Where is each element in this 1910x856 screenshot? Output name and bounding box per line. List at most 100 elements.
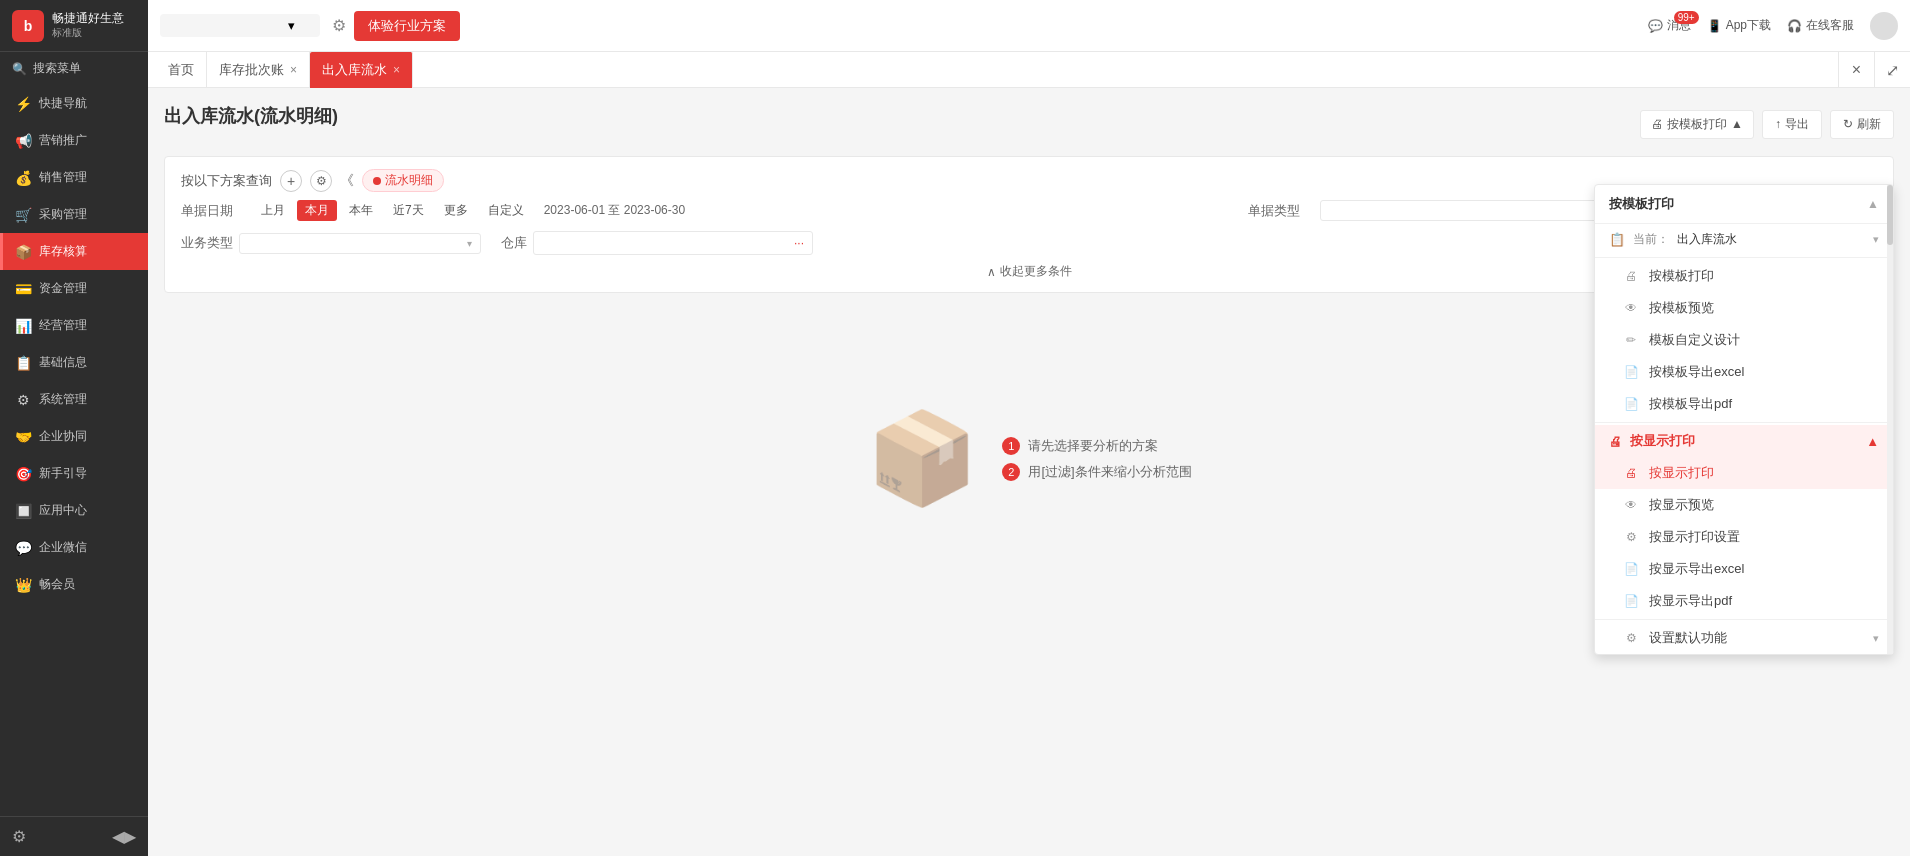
sidebar-item-purchase[interactable]: 🛒 采购管理 xyxy=(0,196,148,233)
dropdown-scrollbar-thumb[interactable] xyxy=(1887,185,1893,245)
filter-collapse-button[interactable]: 《 xyxy=(340,172,354,190)
filter-tag-label: 流水明细 xyxy=(385,172,433,189)
topbar-right: 💬 消息 99+ 📱 App下载 🎧 在线客服 xyxy=(1648,12,1898,40)
sidebar-item-wechat[interactable]: 💬 企业微信 xyxy=(0,529,148,566)
date-option-this-year[interactable]: 本年 xyxy=(341,200,381,221)
dropdown-template-excel[interactable]: 📄 按模板导出excel xyxy=(1595,356,1893,388)
tab-batch-account[interactable]: 库存批次账 × xyxy=(207,52,310,88)
sidebar-item-member[interactable]: 👑 畅会员 xyxy=(0,566,148,603)
sidebar-item-cooperation[interactable]: 🤝 企业协同 xyxy=(0,418,148,455)
dropdown-display-preview[interactable]: 👁 按显示预览 xyxy=(1595,489,1893,521)
sidebar-item-inventory[interactable]: 📦 库存核算 xyxy=(0,233,148,270)
display-preview-icon: 👁 xyxy=(1623,498,1639,512)
headset-icon: 🎧 xyxy=(1787,19,1802,33)
sidebar-item-sales[interactable]: 💰 销售管理 xyxy=(0,159,148,196)
tab-bar: 首页 库存批次账 × 出入库流水 × × ⤢ xyxy=(148,52,1910,88)
date-option-7days[interactable]: 近7天 xyxy=(385,200,432,221)
collapse-conditions-button[interactable]: ∧ 收起更多条件 xyxy=(987,263,1072,280)
template-excel-label: 按模板导出excel xyxy=(1649,363,1744,381)
tab-flow-close[interactable]: × xyxy=(393,63,400,77)
dropdown-divider-1 xyxy=(1595,257,1893,258)
refresh-button[interactable]: ↻ 刷新 xyxy=(1830,110,1894,139)
tab-batch-account-label: 库存批次账 xyxy=(219,61,284,79)
dropdown-display-pdf[interactable]: 📄 按显示导出pdf xyxy=(1595,585,1893,617)
sidebar-item-guide[interactable]: 🎯 新手引导 xyxy=(0,455,148,492)
tab-expand-button[interactable]: ⤢ xyxy=(1874,52,1910,88)
collapse-icon: ∧ xyxy=(987,265,996,279)
default-func-icon: ⚙ xyxy=(1623,631,1639,645)
sidebar-item-label: 畅会员 xyxy=(39,576,75,593)
sidebar-item-finance[interactable]: 💳 资金管理 xyxy=(0,270,148,307)
sidebar-item-app-center[interactable]: 🔲 应用中心 xyxy=(0,492,148,529)
sidebar-item-label: 采购管理 xyxy=(39,206,87,223)
topbar-search-dropdown-icon[interactable]: ▾ xyxy=(288,18,295,33)
sidebar-search-menu[interactable]: 🔍 搜索菜单 xyxy=(0,52,148,85)
message-button[interactable]: 💬 消息 99+ xyxy=(1648,17,1691,34)
system-icon: ⚙ xyxy=(15,392,31,408)
default-func-arrow: ▾ xyxy=(1873,632,1879,645)
sidebar-item-quick-nav[interactable]: ⚡ 快捷导航 xyxy=(0,85,148,122)
sidebar-item-label: 基础信息 xyxy=(39,354,87,371)
app-download-button[interactable]: 📱 App下载 xyxy=(1707,17,1771,34)
dropdown-template-preview[interactable]: 👁 按模板预览 xyxy=(1595,292,1893,324)
export-button[interactable]: ↑ 导出 xyxy=(1762,110,1822,139)
tab-flow-detail[interactable]: 出入库流水 × xyxy=(310,52,413,88)
template-pdf-label: 按模板导出pdf xyxy=(1649,395,1732,413)
tab-home-label: 首页 xyxy=(168,61,194,79)
date-option-custom[interactable]: 自定义 xyxy=(480,200,532,221)
page-title: 出入库流水(流水明细) xyxy=(164,104,338,128)
user-avatar[interactable] xyxy=(1870,12,1898,40)
display-print-icon: 🖨 xyxy=(1623,466,1639,480)
sidebar-item-system[interactable]: ⚙ 系统管理 xyxy=(0,381,148,418)
dropdown-display-section[interactable]: 🖨 按显示打印 ▲ xyxy=(1595,425,1893,457)
dropdown-display-excel[interactable]: 📄 按显示导出excel xyxy=(1595,553,1893,585)
filter-add-button[interactable]: + xyxy=(280,170,302,192)
dropdown-scrollbar-track[interactable] xyxy=(1887,185,1893,654)
default-func-label: 设置默认功能 xyxy=(1649,629,1727,647)
topbar-search-input[interactable] xyxy=(168,19,288,33)
warehouse-more-button[interactable]: ··· xyxy=(794,236,804,250)
dropdown-default-func[interactable]: ⚙ 设置默认功能 ▾ xyxy=(1595,622,1893,654)
dropdown-template-print[interactable]: 🖨 按模板打印 xyxy=(1595,260,1893,292)
dropdown-template-design[interactable]: ✏ 模板自定义设计 xyxy=(1595,324,1893,356)
print-template-button[interactable]: 🖨 按模板打印 ▲ xyxy=(1640,110,1754,139)
industry-solution-button[interactable]: 体验行业方案 xyxy=(354,11,460,41)
sidebar-item-label: 应用中心 xyxy=(39,502,87,519)
tab-home[interactable]: 首页 xyxy=(156,52,207,88)
date-option-last-month[interactable]: 上月 xyxy=(253,200,293,221)
filter-biz-type-input[interactable]: ▾ xyxy=(239,233,481,254)
collapse-sidebar-icon[interactable]: ◀▶ xyxy=(112,827,136,846)
refresh-label: 刷新 xyxy=(1857,116,1881,133)
service-label: 在线客服 xyxy=(1806,17,1854,34)
tabs-end-buttons: × ⤢ xyxy=(1838,52,1910,88)
tab-flow-label: 出入库流水 xyxy=(322,61,387,79)
settings-icon[interactable]: ⚙ xyxy=(12,827,26,846)
tab-close-window-button[interactable]: × xyxy=(1838,52,1874,88)
sidebar-item-operation[interactable]: 📊 经营管理 xyxy=(0,307,148,344)
dropdown-collapse-icon: ▲ xyxy=(1867,197,1879,211)
print-icon: 🖨 xyxy=(1623,269,1639,283)
dropdown-template-pdf[interactable]: 📄 按模板导出pdf xyxy=(1595,388,1893,420)
filter-tag-flow[interactable]: 流水明细 xyxy=(362,169,444,192)
date-option-more[interactable]: 更多 xyxy=(436,200,476,221)
pdf-icon: 📄 xyxy=(1623,397,1639,411)
topbar-search-box[interactable]: ▾ xyxy=(160,14,320,37)
basic-icon: 📋 xyxy=(15,355,31,371)
filter-date-options: 上月 本月 本年 近7天 更多 自定义 xyxy=(253,200,532,221)
tab-batch-account-close[interactable]: × xyxy=(290,63,297,77)
filter-settings-button[interactable]: ⚙ xyxy=(310,170,332,192)
step-num-1: 1 xyxy=(1002,437,1020,455)
sidebar-item-marketing[interactable]: 📢 营销推广 xyxy=(0,122,148,159)
sidebar-item-basic[interactable]: 📋 基础信息 xyxy=(0,344,148,381)
display-pdf-label: 按显示导出pdf xyxy=(1649,592,1732,610)
filter-warehouse-input[interactable]: ··· xyxy=(533,231,813,255)
preview-icon: 👁 xyxy=(1623,301,1639,315)
online-service-button[interactable]: 🎧 在线客服 xyxy=(1787,17,1854,34)
dropdown-display-print[interactable]: 🖨 按显示打印 xyxy=(1595,457,1893,489)
phone-icon: 📱 xyxy=(1707,19,1722,33)
topbar-gear-icon[interactable]: ⚙ xyxy=(332,16,346,35)
dropdown-collapse-button[interactable]: ▲ xyxy=(1867,197,1879,211)
dropdown-display-settings[interactable]: ⚙ 按显示打印设置 xyxy=(1595,521,1893,553)
date-option-this-month[interactable]: 本月 xyxy=(297,200,337,221)
display-section-icon: 🖨 xyxy=(1609,434,1622,449)
